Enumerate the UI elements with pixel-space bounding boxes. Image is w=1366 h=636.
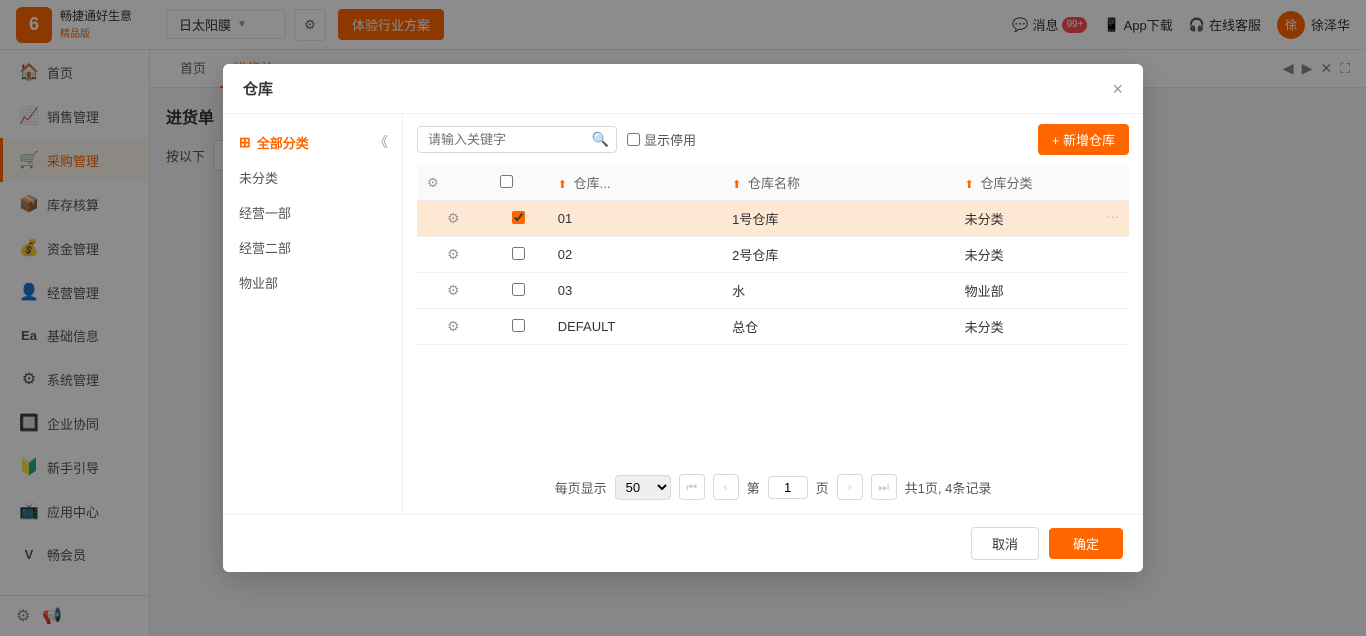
page-suffix: 页	[816, 478, 829, 497]
page-label: 第	[747, 478, 760, 497]
row-name-cell: 1号仓库	[722, 201, 954, 237]
page-size-select[interactable]: 50 20 100	[615, 475, 671, 500]
col-gear-header: ⚙	[417, 165, 490, 201]
gear-icon: ⚙	[427, 175, 439, 190]
table-body: ⚙ 01 1号仓库 未分类 ··· ⚙ 02 2号仓库 未分类 ⚙	[417, 201, 1129, 345]
confirm-button[interactable]: 确定	[1049, 528, 1123, 559]
row-gear-cell: ⚙	[417, 273, 490, 309]
gear-icon[interactable]: ⚙	[447, 318, 460, 334]
page-next-button[interactable]: ›	[837, 474, 863, 500]
row-code-cell: 02	[548, 237, 722, 273]
row-category-cell: 未分类	[955, 237, 1129, 273]
all-categories-label: 全部分类	[257, 133, 309, 152]
category-item-operations2[interactable]: 经营二部	[223, 230, 402, 265]
gear-icon[interactable]: ⚙	[447, 210, 460, 226]
gear-icon[interactable]: ⚙	[447, 246, 460, 262]
row-name-cell: 2号仓库	[722, 237, 954, 273]
search-input[interactable]	[417, 126, 617, 153]
select-all-checkbox[interactable]	[500, 175, 513, 188]
category-header: ⊞ 全部分类 《	[223, 124, 402, 160]
col-cat-header[interactable]: ⬆ 仓库分类	[955, 165, 1129, 201]
col-check-header[interactable]	[490, 165, 548, 201]
sort-icon: ⬆	[965, 179, 974, 191]
search-icon[interactable]: 🔍	[592, 131, 609, 148]
row-gear-cell: ⚙	[417, 309, 490, 345]
page-number-input[interactable]	[768, 476, 808, 499]
page-last-button[interactable]: ⏭	[871, 474, 897, 500]
row-gear-cell: ⚙	[417, 201, 490, 237]
row-gear-cell: ⚙	[417, 237, 490, 273]
modal-footer: 取消 确定	[223, 514, 1143, 572]
sort-icon: ⬆	[558, 179, 567, 191]
sort-icon: ⬆	[732, 179, 741, 191]
collapse-sidebar-button[interactable]: 《	[372, 130, 390, 154]
gear-icon[interactable]: ⚙	[447, 282, 460, 298]
add-warehouse-button[interactable]: + 新增仓库	[1038, 124, 1129, 155]
row-check-cell	[490, 273, 548, 309]
row-name-cell: 总仓	[722, 309, 954, 345]
table-area: 🔍 显示停用 + 新增仓库 ⚙	[403, 114, 1143, 514]
show-disabled-label: 显示停用	[644, 130, 696, 149]
category-item-operations1[interactable]: 经营一部	[223, 195, 402, 230]
pagination: 每页显示 50 20 100 ⏮ ‹ 第 页 › ⏭ 共1页, 4条记录	[417, 462, 1129, 504]
cancel-button[interactable]: 取消	[971, 527, 1039, 560]
row-code-cell: 01	[548, 201, 722, 237]
col-code-header[interactable]: ⬆ 仓库...	[548, 165, 722, 201]
row-name-cell: 水	[722, 273, 954, 309]
row-category-cell: 未分类 ···	[955, 201, 1129, 237]
col-name-header[interactable]: ⬆ 仓库名称	[722, 165, 954, 201]
category-item-unclassified[interactable]: 未分类	[223, 160, 402, 195]
row-checkbox[interactable]	[512, 283, 525, 296]
row-category-cell: 未分类	[955, 309, 1129, 345]
modal-title: 仓库	[243, 78, 273, 99]
all-categories-button[interactable]: ⊞ 全部分类	[239, 133, 309, 152]
row-code-cell: DEFAULT	[548, 309, 722, 345]
row-code-cell: 03	[548, 273, 722, 309]
row-category-cell: 物业部	[955, 273, 1129, 309]
table-row[interactable]: ⚙ 01 1号仓库 未分类 ···	[417, 201, 1129, 237]
show-disabled-checkbox[interactable]: 显示停用	[627, 130, 696, 149]
page-first-button[interactable]: ⏮	[679, 474, 705, 500]
table-row[interactable]: ⚙ DEFAULT 总仓 未分类	[417, 309, 1129, 345]
page-prev-button[interactable]: ‹	[713, 474, 739, 500]
grid-icon: ⊞	[239, 134, 251, 151]
modal-header: 仓库 ×	[223, 64, 1143, 114]
table-row[interactable]: ⚙ 03 水 物业部	[417, 273, 1129, 309]
category-sidebar: ⊞ 全部分类 《 未分类 经营一部 经营二部 物业部	[223, 114, 403, 514]
row-checkbox[interactable]	[512, 211, 525, 224]
table-scroll: ⚙ ⬆ 仓库... ⬆	[417, 165, 1129, 462]
total-info: 共1页, 4条记录	[905, 478, 992, 497]
modal-close-button[interactable]: ×	[1112, 80, 1123, 98]
show-disabled-check[interactable]	[627, 133, 640, 146]
warehouse-modal: 仓库 × ⊞ 全部分类 《 未分类 经营一部 经营二部 物业部	[223, 64, 1143, 572]
table-toolbar: 🔍 显示停用 + 新增仓库	[417, 124, 1129, 155]
table-row[interactable]: ⚙ 02 2号仓库 未分类	[417, 237, 1129, 273]
row-check-cell	[490, 237, 548, 273]
row-check-cell	[490, 309, 548, 345]
row-checkbox[interactable]	[512, 319, 525, 332]
warehouse-table: ⚙ ⬆ 仓库... ⬆	[417, 165, 1129, 345]
row-checkbox[interactable]	[512, 247, 525, 260]
row-ops-dots[interactable]: ···	[1106, 209, 1119, 224]
row-check-cell	[490, 201, 548, 237]
modal-overlay: 仓库 × ⊞ 全部分类 《 未分类 经营一部 经营二部 物业部	[0, 0, 1366, 636]
category-item-property[interactable]: 物业部	[223, 265, 402, 300]
per-page-label: 每页显示	[555, 478, 607, 497]
search-wrap: 🔍	[417, 126, 617, 153]
modal-body: ⊞ 全部分类 《 未分类 经营一部 经营二部 物业部 🔍	[223, 114, 1143, 514]
